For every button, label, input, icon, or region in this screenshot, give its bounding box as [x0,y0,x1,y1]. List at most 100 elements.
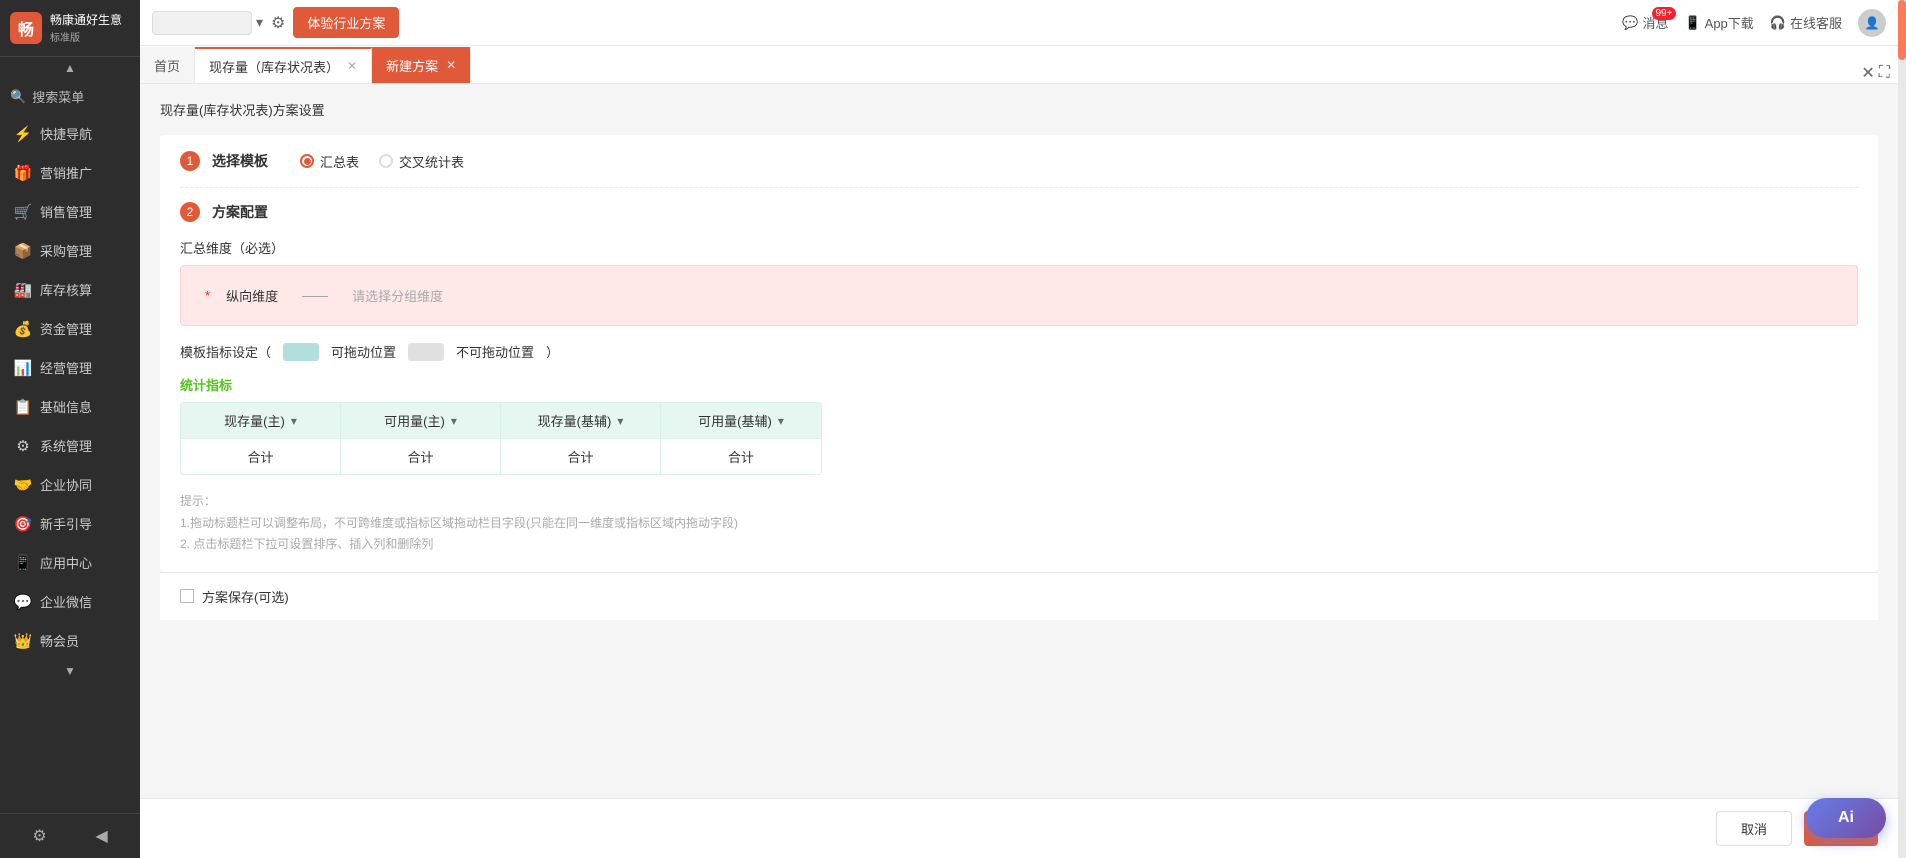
right-scrollbar[interactable] [1898,0,1906,858]
stats-section-label: 统计指标 [180,375,1858,394]
col-current-aux-dropdown[interactable]: ▾ [617,414,623,428]
required-dash: —— [302,288,328,303]
indicator-suffix: ） [546,342,559,361]
experience-btn[interactable]: 体验行业方案 [293,7,399,38]
online-service-icon: 🎧 [1770,15,1786,31]
movable-badge [283,343,319,361]
tips-section: 提示： 1.拖动标题栏可以调整布局，不可跨维度或指标区域拖动栏目字段(只能在同一… [180,491,1858,556]
basic-info-icon: 📋 [14,398,32,416]
radio-summary-label: 汇总表 [320,152,359,171]
app-name: 畅康通好生意 [50,12,122,29]
sidebar-item-basic-info[interactable]: 📋 基础信息 [0,387,140,426]
sidebar-scroll-down[interactable]: ▼ [0,660,140,682]
save-checkbox[interactable] [180,589,194,603]
settings-card: 1 选择模板 汇总表 交叉统计表 [160,135,1878,572]
tab-new-scheme[interactable]: 新建方案 ✕ [372,47,471,83]
sidebar-item-purchase[interactable]: 📦 采购管理 [0,231,140,270]
enterprise-icon: 🤝 [14,476,32,494]
sidebar-item-search[interactable]: 🔍 搜索菜单 [0,79,140,114]
col-current-main: 现存量(主) ▾ [181,403,341,438]
sidebar-nav-label: 应用中心 [40,553,92,572]
sidebar-item-operations[interactable]: 📊 经营管理 [0,348,140,387]
app-download-label: App下载 [1705,13,1754,32]
vertical-dimension-label: 纵向维度 [226,286,278,305]
stats-table: 现存量(主) ▾ 可用量(主) ▾ 现存量(基辅) ▾ 可用量(基辅) [180,402,822,475]
divider-1 [180,187,1858,188]
template-indicator-label: 模板指标设定（ [180,342,271,361]
search-input[interactable] [152,11,252,35]
sidebar-nav-label: 企业微信 [40,592,92,611]
ai-float-button[interactable]: Ai [1806,798,1886,838]
search-dropdown-btn[interactable]: ▾ [256,14,263,31]
tab-home-label: 首页 [154,56,180,75]
marketing-icon: 🎁 [14,164,32,182]
app-download-group[interactable]: 📱 App下载 [1684,13,1753,32]
radio-cross-label: 交叉统计表 [399,152,464,171]
page-title: 现存量(库存状况表)方案设置 [160,100,1878,119]
online-service-group[interactable]: 🎧 在线客服 [1770,13,1842,32]
tab-expand-icon[interactable]: ⛶ [1879,64,1890,82]
sidebar-item-member[interactable]: 👑 畅会员 [0,621,140,660]
fixed-badge [408,343,444,361]
col-current-aux: 现存量(基辅) ▾ [501,403,661,438]
cell-0: 合计 [181,439,341,474]
search-icon: 🔍 [10,89,26,105]
sidebar-bottom: ⚙ ◀ [0,813,140,858]
sidebar-item-system[interactable]: ⚙ 系统管理 [0,426,140,465]
purchase-icon: 📦 [14,242,32,260]
save-label: 方案保存(可选) [202,587,289,606]
sidebar-item-inventory[interactable]: 🏭 库存核算 [0,270,140,309]
sidebar-item-enterprise[interactable]: 🤝 企业协同 [0,465,140,504]
topbar-left: ▾ ⚙ 体验行业方案 [152,7,1612,38]
sidebar-item-quick-nav[interactable]: ⚡ 快捷导航 [0,114,140,153]
step1-label: 选择模板 [212,151,268,171]
content-inner: 现存量(库存状况表)方案设置 1 选择模板 汇总表 交叉统计表 [140,84,1898,636]
cell-1: 合计 [341,439,501,474]
cancel-button[interactable]: 取消 [1716,811,1792,846]
col-current-aux-label: 现存量(基辅) [538,411,612,430]
sidebar-item-finance[interactable]: 💰 资金管理 [0,309,140,348]
sidebar-scroll-up[interactable]: ▲ [0,57,140,79]
sidebar-nav-label: 采购管理 [40,241,92,260]
col-current-main-dropdown[interactable]: ▾ [291,414,297,428]
col-available-aux-dropdown[interactable]: ▾ [778,414,784,428]
sidebar-nav-label: 快捷导航 [40,124,92,143]
tab-home[interactable]: 首页 [140,47,195,83]
sidebar-item-marketing[interactable]: 🎁 营销推广 [0,153,140,192]
topbar-gear-btn[interactable]: ⚙ [271,13,285,33]
dimension-placeholder[interactable]: 请选择分组维度 [352,286,443,305]
tab-close-icon[interactable]: ✕ [1861,63,1874,83]
tab-new-scheme-close[interactable]: ✕ [446,58,456,72]
sidebar-nav-label: 系统管理 [40,436,92,455]
sidebar-item-sales[interactable]: 🛒 销售管理 [0,192,140,231]
user-menu[interactable]: 👤 [1858,9,1886,37]
radio-cross[interactable]: 交叉统计表 [379,152,464,171]
message-icon: 💬 [1622,15,1638,31]
footer-bar: 取消 查询 [140,798,1898,858]
col-available-main-dropdown[interactable]: ▾ [451,414,457,428]
tab-inventory-close[interactable]: ✕ [347,59,357,73]
system-icon: ⚙ [14,437,32,455]
guide-icon: 🎯 [14,515,32,533]
ai-label: Ai [1838,809,1854,827]
message-group[interactable]: 💬 消息 99+ [1622,13,1668,32]
sidebar-item-app-center[interactable]: 📱 应用中心 [0,543,140,582]
sidebar-nav-label: 基础信息 [40,397,92,416]
sidebar-item-guide[interactable]: 🎯 新手引导 [0,504,140,543]
col-available-main-label: 可用量(主) [384,411,445,430]
movable-label: 可拖动位置 [331,342,396,361]
collapse-btn[interactable]: ◀ [91,822,111,850]
tab-inventory-status[interactable]: 现存量（库存状况表） ✕ [195,47,372,83]
radio-summary[interactable]: 汇总表 [300,152,359,171]
sidebar-item-wechat[interactable]: 💬 企业微信 [0,582,140,621]
tab-new-scheme-label: 新建方案 [386,56,438,75]
settings-btn[interactable]: ⚙ [28,822,50,850]
required-row: * 纵向维度 —— 请选择分组维度 [180,265,1858,326]
sidebar-search-label: 搜索菜单 [32,87,84,106]
sidebar-nav-label: 资金管理 [40,319,92,338]
radio-summary-circle [300,154,314,168]
tip-item-2: 2. 点击标题栏下拉可设置排序、插入列和删除列 [180,534,1858,556]
save-row: 方案保存(可选) [160,572,1878,620]
scrollbar-thumb[interactable] [1898,0,1906,60]
app-center-icon: 📱 [14,554,32,572]
